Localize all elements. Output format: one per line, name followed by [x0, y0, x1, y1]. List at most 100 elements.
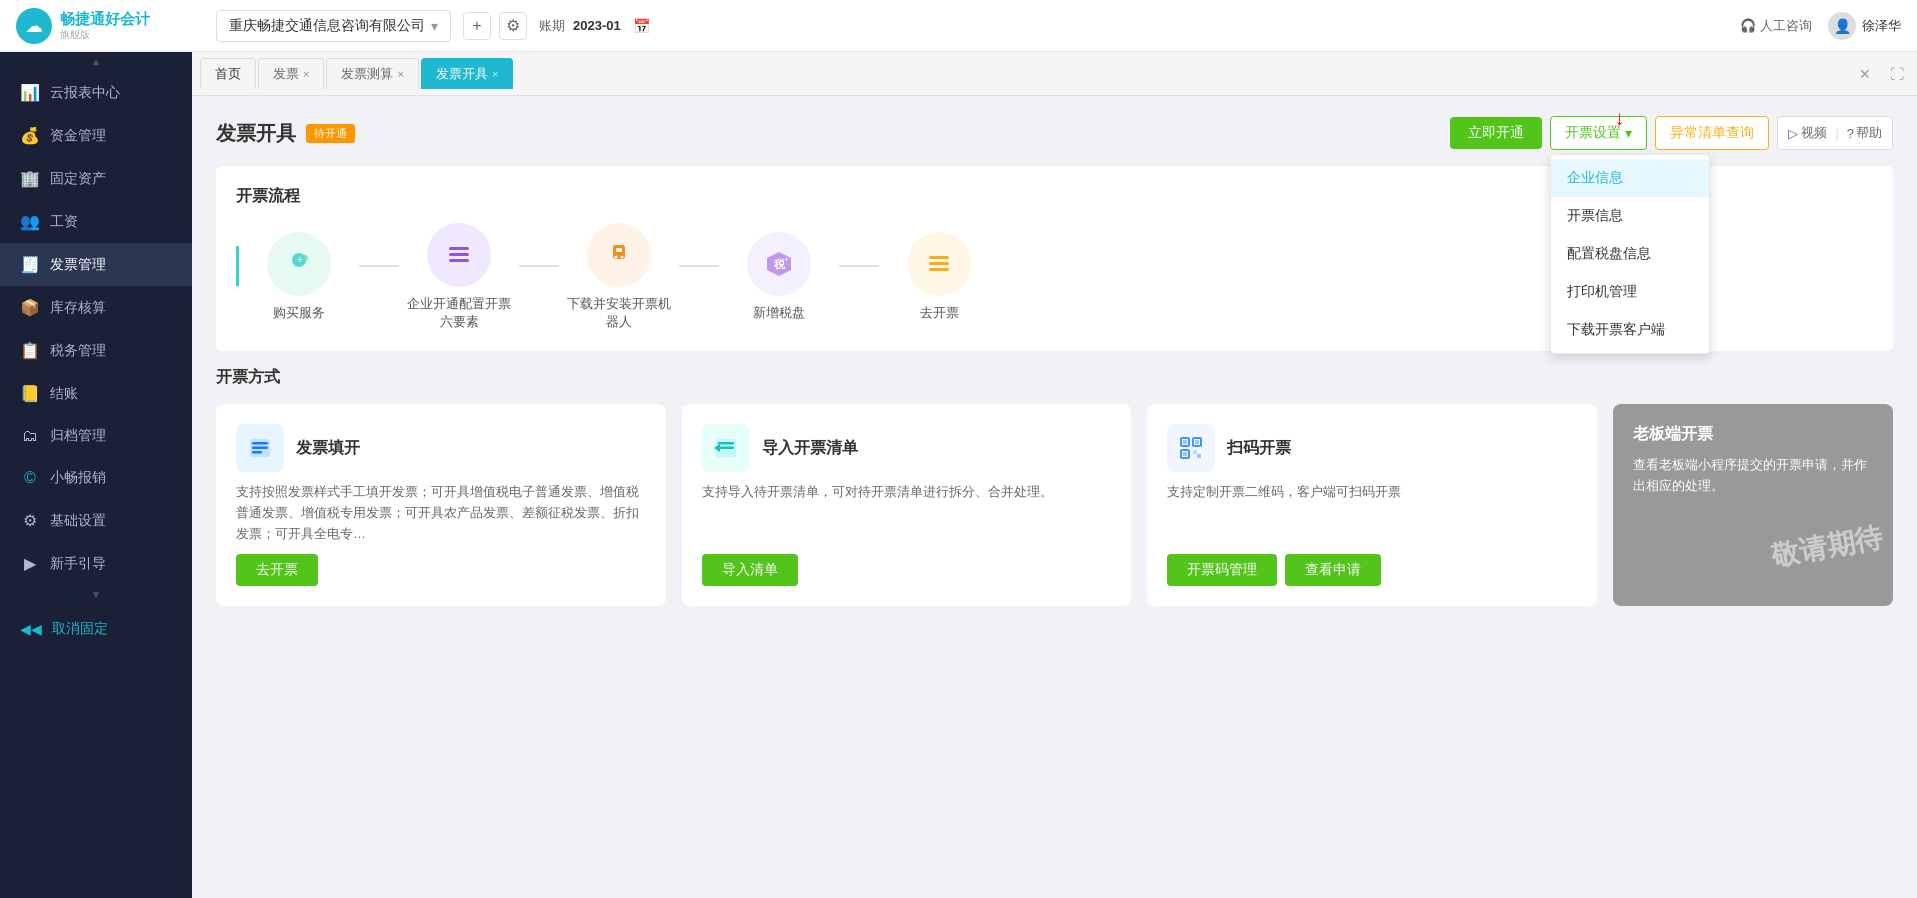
dropdown-item-dayin[interactable]: 打印机管理: [1551, 273, 1709, 311]
tab-fapiao-kaiju[interactable]: 发票开具 ×: [421, 58, 513, 89]
flow-item-buy-label: 购买服务: [273, 304, 325, 322]
flow-icon-go: [907, 232, 971, 296]
tab-fapiao-close[interactable]: ×: [303, 68, 309, 80]
page-header: 发票开具 待开通 立即开通 开票设置 ▾: [216, 116, 1893, 150]
sidebar-item-fapiao[interactable]: 🧾 发票管理: [0, 243, 192, 286]
boss-card-title: 老板端开票: [1633, 424, 1873, 445]
company-selector[interactable]: 重庆畅捷交通信息咨询有限公司 ▾: [216, 10, 451, 42]
page-title: 发票开具: [216, 120, 296, 147]
method-card-scan: 扫码开票 支持定制开票二维码，客户端可扫码开票 开票码管理 查看申请: [1147, 404, 1597, 606]
svg-text:+: +: [297, 254, 303, 265]
sidebar-item-yunbao[interactable]: 📊 云报表中心: [0, 71, 192, 114]
flow-item-config: 企业开通配置开票六要素: [399, 223, 519, 331]
xiaochang-icon: ©: [20, 469, 40, 487]
status-badge: 待开通: [306, 124, 355, 143]
method-section: 开票方式 发票填开 支持按照发票样式手工填开发票；可开具增值税电子普通发票、增值…: [216, 367, 1893, 606]
qiye-info-label: 企业信息: [1567, 169, 1623, 185]
dropdown-item-xiazai[interactable]: 下载开票客户端: [1551, 311, 1709, 349]
svg-rect-15: [929, 268, 949, 271]
import-invoice-icon: [702, 424, 750, 472]
scroll-down-arrow[interactable]: ▼: [0, 585, 192, 604]
sidebar-item-label: 税务管理: [50, 342, 106, 360]
sidebar-item-gongzi[interactable]: 👥 工资: [0, 200, 192, 243]
tab-fapiao[interactable]: 发票 ×: [258, 58, 324, 89]
sidebar-item-label: 云报表中心: [50, 84, 120, 102]
boss-status-text: 敬请期待: [1769, 519, 1886, 576]
sidebar-item-label: 结账: [50, 385, 78, 403]
sidebar-item-cancel[interactable]: ◀◀ 取消固定: [0, 608, 192, 650]
tab-fapiao-kaiju-close[interactable]: ×: [492, 68, 498, 80]
logo-icon: ☁: [16, 8, 52, 44]
top-bar-right: 🎧 人工咨询 👤 徐泽华: [1740, 12, 1901, 40]
sidebar-item-xiaochang[interactable]: © 小畅报销: [0, 457, 192, 499]
activate-button[interactable]: 立即开通: [1450, 117, 1542, 149]
app-subtitle: 旗舰版: [60, 28, 150, 42]
svg-rect-31: [1197, 454, 1201, 458]
tab-fapiao-cesuan-close[interactable]: ×: [397, 68, 403, 80]
user-info[interactable]: 👤 徐泽华: [1828, 12, 1901, 40]
xiazai-label: 下载开票客户端: [1567, 321, 1665, 337]
tab-close-button[interactable]: ✕: [1853, 62, 1877, 86]
sidebar-item-label: 库存核算: [50, 299, 106, 317]
top-bar: ☁ 畅捷通好会计 旗舰版 重庆畅捷交通信息咨询有限公司 ▾ + ⚙ 账期 202…: [0, 0, 1917, 52]
tab-fapiao-cesuan-label: 发票测算: [341, 65, 393, 83]
page-content: 发票开具 待开通 立即开通 开票设置 ▾: [192, 96, 1917, 898]
video-button[interactable]: ▷ 视频: [1788, 124, 1827, 142]
shuiwu-icon: 📋: [20, 341, 40, 360]
method-card-fill-header: 发票填开: [236, 424, 646, 472]
page-actions: 立即开通 开票设置 ▾ 企业信息: [1450, 116, 1893, 150]
flow-connector-2: [519, 265, 559, 267]
svg-text:+: +: [784, 255, 789, 264]
tab-maximize-button[interactable]: ⛶: [1885, 62, 1909, 86]
settings-button[interactable]: 开票设置 ▾: [1550, 116, 1647, 150]
sidebar-item-guidang[interactable]: 🗂 归档管理: [0, 415, 192, 457]
fill-invoice-button[interactable]: 去开票: [236, 554, 318, 586]
flow-item-config-label: 企业开通配置开票六要素: [404, 295, 514, 331]
sidebar-item-kucun[interactable]: 📦 库存核算: [0, 286, 192, 329]
sidebar-item-zijin[interactable]: 💰 资金管理: [0, 114, 192, 157]
top-bar-middle: + ⚙ 账期 2023-01 📅: [463, 12, 650, 40]
headset-icon: 🎧: [1740, 18, 1756, 33]
sidebar-item-xinshouyindao[interactable]: ▶ 新手引导: [0, 542, 192, 585]
import-invoice-title: 导入开票清单: [762, 438, 858, 459]
sidebar-item-label: 发票管理: [50, 256, 106, 274]
import-invoice-btn-area: 导入清单: [702, 554, 798, 586]
sidebar-item-label: 新手引导: [50, 555, 106, 573]
calendar-icon[interactable]: 📅: [633, 18, 650, 34]
svg-rect-7: [616, 248, 622, 252]
svg-rect-30: [1193, 450, 1197, 454]
add-button[interactable]: +: [463, 12, 491, 40]
flow-item-download: 下载并安装开票机器人: [559, 223, 679, 331]
dropdown-item-qiye[interactable]: 企业信息: [1551, 159, 1709, 197]
settings-button[interactable]: ⚙: [499, 12, 527, 40]
company-dropdown-arrow: ▾: [431, 18, 438, 34]
tab-home[interactable]: 首页: [200, 58, 256, 89]
exception-button[interactable]: 异常清单查询: [1655, 116, 1769, 150]
dropdown-item-kaipiao[interactable]: 开票信息: [1551, 197, 1709, 235]
scan-invoice-code-button[interactable]: 开票码管理: [1167, 554, 1277, 586]
consult-button[interactable]: 🎧 人工咨询: [1740, 17, 1812, 35]
svg-point-9: [621, 256, 624, 259]
gongzi-icon: 👥: [20, 212, 40, 231]
flow-item-go: 去开票: [879, 232, 999, 322]
sidebar-item-gudingzichan[interactable]: 🏢 固定资产: [0, 157, 192, 200]
import-invoice-button[interactable]: 导入清单: [702, 554, 798, 586]
sidebar-item-jichushezhi[interactable]: ⚙ 基础设置: [0, 499, 192, 542]
svg-point-1: [302, 255, 308, 261]
app-title: 畅捷通好会计: [60, 10, 150, 28]
period-value: 2023-01: [573, 18, 621, 33]
help-button[interactable]: ? 帮助: [1847, 124, 1882, 142]
svg-rect-22: [718, 447, 734, 450]
scan-invoice-apply-button[interactable]: 查看申请: [1285, 554, 1381, 586]
yunbao-icon: 📊: [20, 83, 40, 102]
flow-item-buy: + 购买服务: [239, 232, 359, 322]
flow-connector-4: [839, 265, 879, 267]
flow-item-tax: 税+ 新增税盘: [719, 232, 839, 322]
sidebar-item-shuiwu[interactable]: 📋 税务管理: [0, 329, 192, 372]
scroll-up-arrow[interactable]: ▲: [0, 52, 192, 71]
period-label: 账期: [539, 17, 565, 35]
tab-fapiao-cesuan[interactable]: 发票测算 ×: [326, 58, 418, 89]
dropdown-item-peizhi[interactable]: 配置税盘信息: [1551, 235, 1709, 273]
sidebar-item-jiezhang[interactable]: 📒 结账: [0, 372, 192, 415]
kaipiao-info-label: 开票信息: [1567, 207, 1623, 223]
